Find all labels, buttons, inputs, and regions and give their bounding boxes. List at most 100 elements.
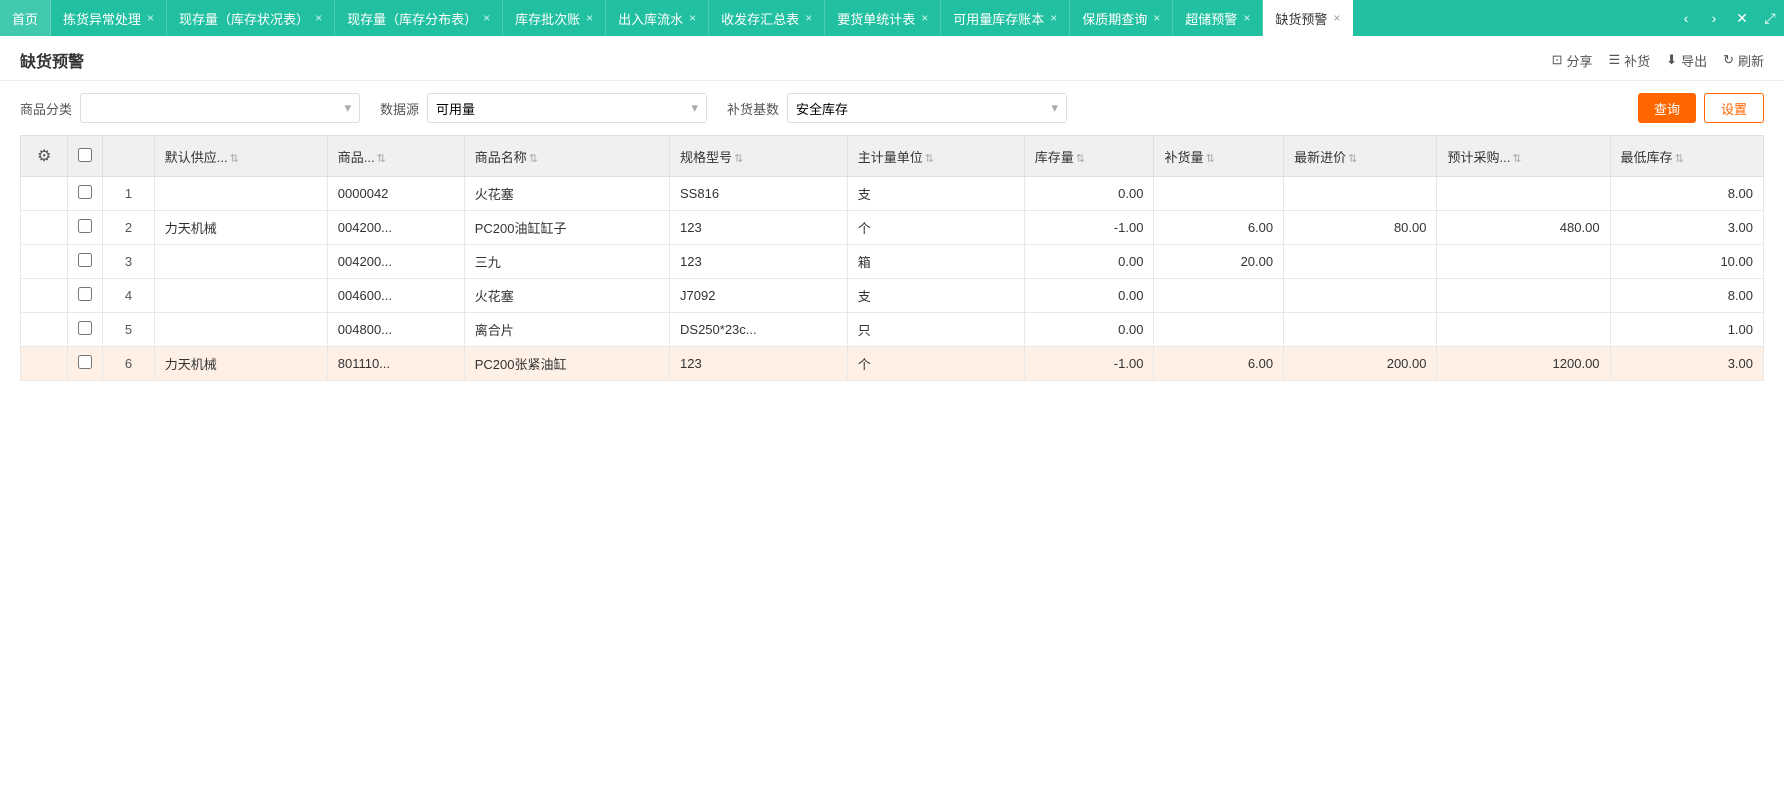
- share-icon: ⊡: [1552, 52, 1563, 68]
- close-tab-inout-flow[interactable]: ×: [689, 11, 696, 25]
- select-all-checkbox[interactable]: [78, 148, 92, 162]
- sort-unit-icon[interactable]: ⇅: [925, 153, 934, 165]
- sort-supplier-icon[interactable]: ⇅: [230, 153, 239, 165]
- row-checkbox-1[interactable]: [78, 185, 92, 199]
- datasource-select[interactable]: 可用量 ▾: [427, 93, 707, 123]
- table-row: 2 力天机械 004200... PC200油缸缸子 123 个 -1.00 6…: [21, 211, 1764, 245]
- row-checkbox-cell: [68, 245, 103, 279]
- tab-receive-summary[interactable]: 收发存汇总表 ×: [709, 0, 825, 36]
- th-checkbox: [68, 136, 103, 177]
- row-stock-1: 0.00: [1024, 177, 1154, 211]
- tab-available-ledger[interactable]: 可用量库存账本 ×: [941, 0, 1070, 36]
- row-min-stock-6: 3.00: [1610, 347, 1763, 381]
- row-gear-cell: [21, 211, 68, 245]
- close-tab-receive-summary[interactable]: ×: [805, 11, 812, 25]
- row-estimated-2: 480.00: [1437, 211, 1610, 245]
- tab-inventory-dist[interactable]: 现存量（库存分布表） ×: [335, 0, 503, 36]
- category-filter-group: 商品分类 ▾: [20, 93, 360, 123]
- header-actions: ⊡ 分享 ☰ 补货 ⬇ 导出 ↻ 刷新: [1552, 51, 1764, 70]
- row-checkbox-5[interactable]: [78, 321, 92, 335]
- tab-home[interactable]: 首页: [0, 0, 51, 36]
- sort-estimated-icon[interactable]: ⇅: [1512, 153, 1521, 165]
- sort-stock-icon[interactable]: ⇅: [1076, 153, 1085, 165]
- row-index-2: 2: [103, 211, 154, 245]
- th-gear: ⚙: [21, 136, 68, 177]
- tab-exception[interactable]: 拣货异常处理 ×: [51, 0, 167, 36]
- row-supplier-5: [154, 313, 327, 347]
- row-estimated-4: [1437, 279, 1610, 313]
- th-min-stock: 最低库存⇅: [1610, 136, 1763, 177]
- close-tab-batch-account[interactable]: ×: [586, 11, 593, 25]
- sort-price-icon[interactable]: ⇅: [1348, 153, 1357, 165]
- sort-min-stock-icon[interactable]: ⇅: [1675, 153, 1684, 165]
- row-gear-cell: [21, 313, 68, 347]
- row-supplier-4: [154, 279, 327, 313]
- table-container: ⚙ 默认供应...⇅ 商品...⇅ 商品名称⇅: [0, 135, 1784, 381]
- row-checkbox-cell: [68, 211, 103, 245]
- tab-overstock[interactable]: 超储预警 ×: [1173, 0, 1263, 36]
- main-content: 缺货预警 ⊡ 分享 ☰ 补货 ⬇ 导出 ↻ 刷新 商品分类: [0, 36, 1784, 796]
- row-name-2: PC200油缸缸子: [464, 211, 669, 245]
- close-tab-expiry-query[interactable]: ×: [1153, 11, 1160, 25]
- tab-order-stats[interactable]: 要货单统计表 ×: [825, 0, 941, 36]
- row-checkbox-4[interactable]: [78, 287, 92, 301]
- row-checkbox-3[interactable]: [78, 253, 92, 267]
- sort-replenish-icon[interactable]: ⇅: [1205, 153, 1214, 165]
- close-tab-order-stats[interactable]: ×: [921, 11, 928, 25]
- row-checkbox-2[interactable]: [78, 219, 92, 233]
- row-min-stock-2: 3.00: [1610, 211, 1763, 245]
- row-index-5: 5: [103, 313, 154, 347]
- tab-inout-flow[interactable]: 出入库流水 ×: [606, 0, 709, 36]
- datasource-filter-group: 数据源 可用量 ▾: [380, 93, 707, 123]
- settings-button[interactable]: 设置: [1704, 93, 1764, 123]
- th-product-name: 商品名称⇅: [464, 136, 669, 177]
- filter-bar: 商品分类 ▾ 数据源 可用量 ▾ 补货基数 安全库存 ▾ 查询 设置: [0, 81, 1784, 135]
- row-stock-3: 0.00: [1024, 245, 1154, 279]
- row-unit-1: 支: [847, 177, 1024, 211]
- row-estimated-1: [1437, 177, 1610, 211]
- query-button[interactable]: 查询: [1638, 93, 1696, 123]
- row-code-4: 004600...: [327, 279, 464, 313]
- replenish-base-select[interactable]: 安全库存 ▾: [787, 93, 1067, 123]
- th-unit: 主计量单位⇅: [847, 136, 1024, 177]
- tab-next-btn[interactable]: ›: [1700, 0, 1728, 36]
- row-checkbox-6[interactable]: [78, 355, 92, 369]
- page-header: 缺货预警 ⊡ 分享 ☰ 补货 ⬇ 导出 ↻ 刷新: [0, 36, 1784, 81]
- refresh-button[interactable]: ↻ 刷新: [1723, 51, 1764, 70]
- close-tab-overstock[interactable]: ×: [1243, 11, 1250, 25]
- tab-inventory-status[interactable]: 现存量（库存状况表） ×: [167, 0, 335, 36]
- close-tab-exception[interactable]: ×: [147, 11, 154, 25]
- refresh-icon: ↻: [1723, 52, 1734, 68]
- th-estimated-purchase: 预计采购...⇅: [1437, 136, 1610, 177]
- tab-expand-btn[interactable]: ⤢: [1756, 0, 1784, 36]
- row-spec-6: 123: [670, 347, 848, 381]
- row-replenish-2: 6.00: [1154, 211, 1284, 245]
- row-min-stock-1: 8.00: [1610, 177, 1763, 211]
- gear-button[interactable]: ⚙: [31, 144, 57, 168]
- row-gear-cell: [21, 177, 68, 211]
- sort-name-icon[interactable]: ⇅: [529, 153, 538, 165]
- close-tab-inventory-status[interactable]: ×: [315, 11, 322, 25]
- replenish-base-arrow-icon: ▾: [1052, 100, 1059, 116]
- replenish-button[interactable]: ☰ 补货: [1608, 51, 1650, 70]
- row-name-1: 火花塞: [464, 177, 669, 211]
- close-tab-available-ledger[interactable]: ×: [1050, 11, 1057, 25]
- category-select[interactable]: ▾: [80, 93, 360, 123]
- row-index-6: 6: [103, 347, 154, 381]
- tab-expiry-query[interactable]: 保质期查询 ×: [1070, 0, 1173, 36]
- tab-batch-account[interactable]: 库存批次账 ×: [503, 0, 606, 36]
- tab-prev-btn[interactable]: ‹: [1672, 0, 1700, 36]
- export-button[interactable]: ⬇ 导出: [1666, 51, 1707, 70]
- sort-spec-icon[interactable]: ⇅: [734, 153, 743, 165]
- datasource-value: 可用量: [436, 99, 475, 118]
- tab-close-btn[interactable]: ✕: [1728, 0, 1756, 36]
- sort-code-icon[interactable]: ⇅: [377, 153, 386, 165]
- th-default-supplier: 默认供应...⇅: [154, 136, 327, 177]
- tab-shortage[interactable]: 缺货预警 ×: [1263, 0, 1353, 36]
- th-stock-qty: 库存量⇅: [1024, 136, 1154, 177]
- close-tab-shortage[interactable]: ×: [1333, 11, 1340, 25]
- close-tab-inventory-dist[interactable]: ×: [483, 11, 490, 25]
- row-replenish-3: 20.00: [1154, 245, 1284, 279]
- row-code-1: 0000042: [327, 177, 464, 211]
- share-button[interactable]: ⊡ 分享: [1552, 51, 1593, 70]
